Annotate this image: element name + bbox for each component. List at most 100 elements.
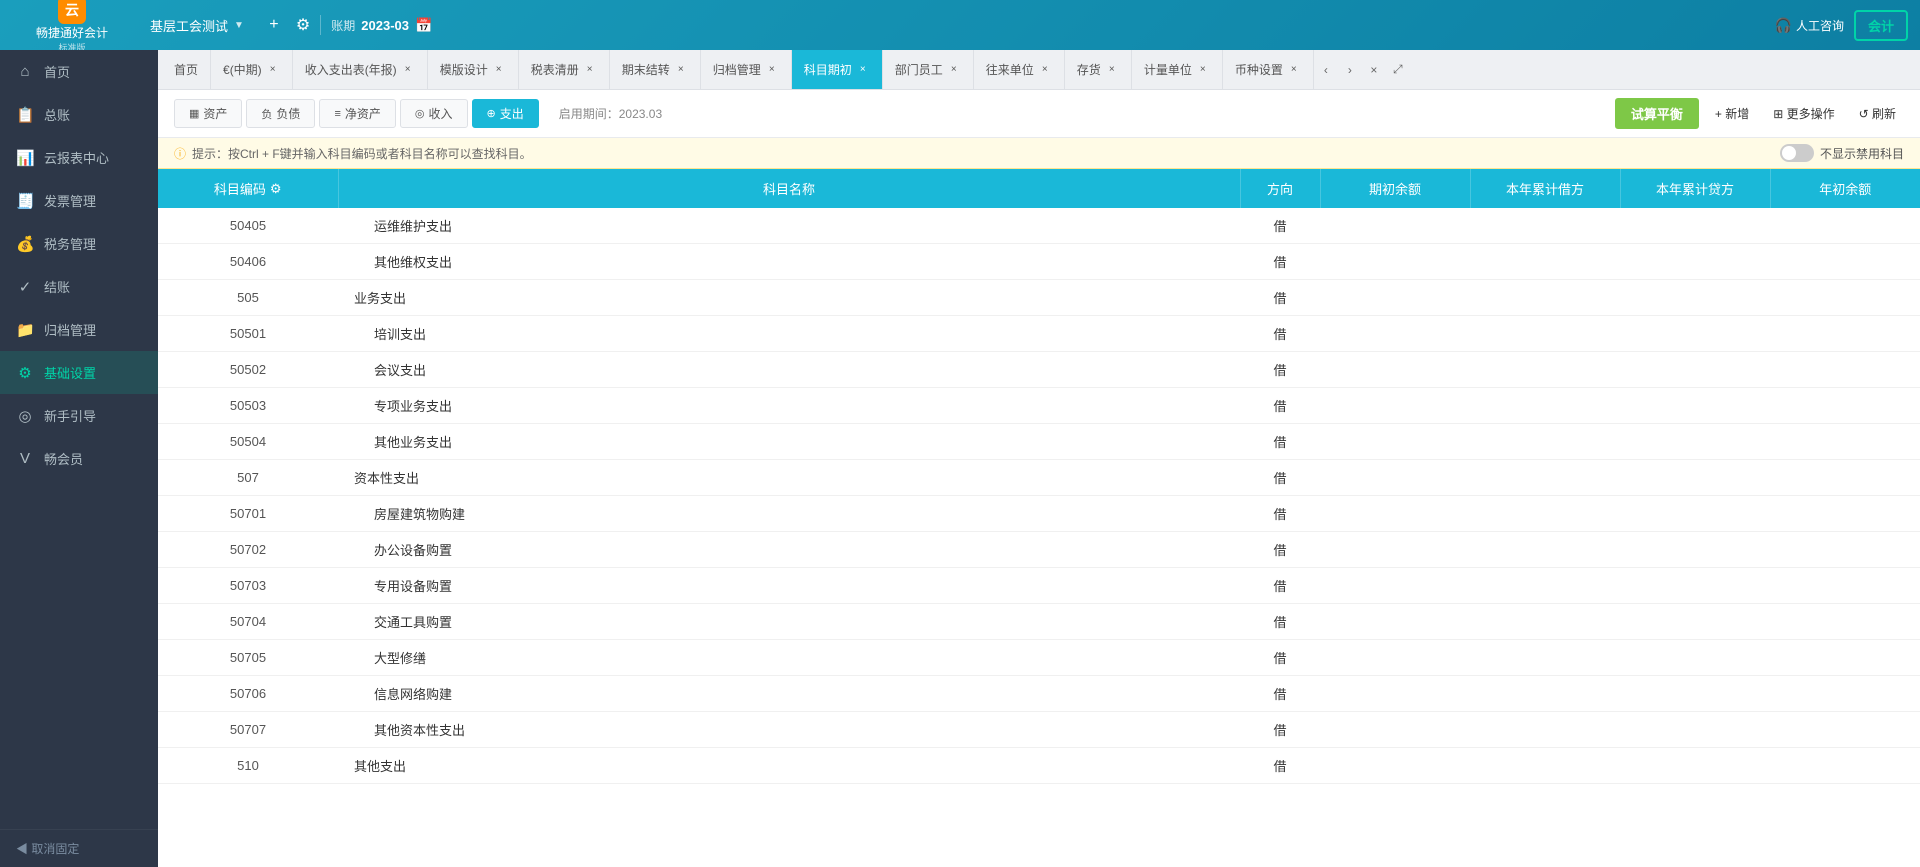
tab-counterparty[interactable]: 往来单位 ×: [974, 50, 1065, 90]
tab-income[interactable]: 收入支出表(年报) ×: [293, 50, 428, 90]
table-row[interactable]: 50706信息网络购建借: [158, 676, 1920, 712]
tab-nav-next[interactable]: ›: [1338, 50, 1362, 90]
settings-icon[interactable]: ⚙: [296, 15, 310, 35]
th-settings-icon[interactable]: ⚙: [270, 181, 282, 197]
tab-close-income[interactable]: ×: [401, 63, 415, 77]
tab-label-mid: €(中期): [223, 61, 262, 78]
sidebar-item-reports[interactable]: 📊 云报表中心: [0, 136, 158, 179]
cell-code: 50701: [158, 496, 338, 532]
table-row[interactable]: 50701房屋建筑物购建借: [158, 496, 1920, 532]
table-row[interactable]: 50405运维维护支出借: [158, 208, 1920, 244]
tab-close-mid[interactable]: ×: [266, 63, 280, 77]
tab-currency[interactable]: 币种设置 ×: [1223, 50, 1314, 90]
sidebar-item-home[interactable]: ⌂ 首页: [0, 50, 158, 93]
cell-name: 资本性支出: [338, 460, 1240, 496]
tab-label-unit: 计量单位: [1144, 61, 1192, 78]
tab-expand[interactable]: ⤢: [1386, 50, 1410, 90]
tab-home[interactable]: 首页: [162, 50, 211, 90]
toggle-switch[interactable]: [1780, 144, 1814, 162]
calendar-icon[interactable]: 📅: [415, 17, 432, 34]
cell-debit: [1470, 604, 1620, 640]
table-row[interactable]: 50702办公设备购置借: [158, 532, 1920, 568]
home-icon: ⌂: [16, 63, 34, 80]
ai-consult-button[interactable]: 🎧 人工咨询: [1775, 17, 1844, 34]
table-row[interactable]: 50501培训支出借: [158, 316, 1920, 352]
calc-balance-button[interactable]: 试算平衡: [1615, 98, 1699, 129]
sidebar-item-guide[interactable]: ◎ 新手引导: [0, 394, 158, 437]
tab-subject-init[interactable]: 科目期初 ×: [792, 50, 883, 90]
subject-tab-liability[interactable]: 负 负债: [246, 99, 315, 128]
subject-tab-income[interactable]: ◎ 收入: [400, 99, 468, 128]
table-row[interactable]: 505业务支出借: [158, 280, 1920, 316]
tab-close-archive[interactable]: ×: [765, 63, 779, 77]
table-row[interactable]: 50705大型修缮借: [158, 640, 1920, 676]
account-button[interactable]: 会计: [1854, 10, 1908, 41]
collapse-label: ◀ 取消固定: [16, 840, 79, 857]
cell-debit: [1470, 352, 1620, 388]
tab-inventory[interactable]: 存货 ×: [1065, 50, 1132, 90]
more-actions-button[interactable]: ⊞ 更多操作: [1765, 101, 1842, 126]
table-row[interactable]: 50503专项业务支出借: [158, 388, 1920, 424]
tab-close-template[interactable]: ×: [492, 63, 506, 77]
sidebar-item-archive[interactable]: 📁 归档管理: [0, 308, 158, 351]
subject-tab-expense[interactable]: ⊕ 支出: [472, 99, 539, 128]
tab-template[interactable]: 模版设计 ×: [428, 50, 519, 90]
table-row[interactable]: 50406其他维权支出借: [158, 244, 1920, 280]
table-area: 科目编码 ⚙ 科目名称 方向 期初余额 本年累计借方 本年累计贷方 年初余额: [158, 169, 1920, 867]
add-company-button[interactable]: +: [262, 13, 286, 37]
tab-close-dept[interactable]: ×: [947, 63, 961, 77]
cell-balance: [1320, 280, 1470, 316]
sidebar: ⌂ 首页 📋 总账 📊 云报表中心 🧾 发票管理 💰 税务管理 ✓ 结账 📁 归…: [0, 50, 158, 867]
tab-close-all[interactable]: ×: [1362, 50, 1386, 90]
dropdown-arrow-icon: ▼: [234, 20, 244, 31]
asset-icon: ▦: [189, 107, 199, 120]
tab-archive[interactable]: 归档管理 ×: [701, 50, 792, 90]
cell-year-balance: [1770, 424, 1920, 460]
cell-direction: 借: [1240, 532, 1320, 568]
tab-dept[interactable]: 部门员工 ×: [883, 50, 974, 90]
subject-tab-asset[interactable]: ▦ 资产: [174, 99, 242, 128]
tab-close-tax[interactable]: ×: [583, 63, 597, 77]
sidebar-item-member[interactable]: V 畅会员: [0, 437, 158, 480]
sidebar-item-tax[interactable]: 💰 税务管理: [0, 222, 158, 265]
cell-year-balance: [1770, 280, 1920, 316]
table-row[interactable]: 50504其他业务支出借: [158, 424, 1920, 460]
tab-tax[interactable]: 税表清册 ×: [519, 50, 610, 90]
tab-close-period-end[interactable]: ×: [674, 63, 688, 77]
company-selector[interactable]: 基层工会测试 ▼: [142, 12, 252, 39]
tax-icon: 💰: [16, 235, 34, 253]
sidebar-collapse-button[interactable]: ◀ 取消固定: [0, 829, 158, 867]
table-row[interactable]: 50707其他资本性支出借: [158, 712, 1920, 748]
tab-close-unit[interactable]: ×: [1196, 63, 1210, 77]
tab-close-subject-init[interactable]: ×: [856, 63, 870, 77]
table-row[interactable]: 50704交通工具购置借: [158, 604, 1920, 640]
tab-label-home: 首页: [174, 61, 198, 78]
add-button[interactable]: + 新增: [1707, 101, 1757, 126]
table-row[interactable]: 50703专用设备购置借: [158, 568, 1920, 604]
subject-tabs: ▦ 资产 负 负债 ≡ 净资产 ◎ 收入 ⊕ 支出: [158, 90, 1920, 138]
refresh-button[interactable]: ↺ 刷新: [1851, 101, 1904, 126]
sidebar-item-invoice[interactable]: 🧾 发票管理: [0, 179, 158, 222]
page-content: ▦ 资产 负 负债 ≡ 净资产 ◎ 收入 ⊕ 支出: [158, 90, 1920, 867]
tab-mid[interactable]: €(中期) ×: [211, 50, 293, 90]
table-row[interactable]: 507资本性支出借: [158, 460, 1920, 496]
expense-icon: ⊕: [487, 107, 496, 120]
th-name: 科目名称: [338, 169, 1240, 208]
tab-close-counterparty[interactable]: ×: [1038, 63, 1052, 77]
sidebar-label-settings: 基础设置: [44, 363, 96, 382]
sidebar-item-settings[interactable]: ⚙ 基础设置: [0, 351, 158, 394]
cell-credit: [1620, 568, 1770, 604]
tab-close-inventory[interactable]: ×: [1105, 63, 1119, 77]
table-row[interactable]: 50502会议支出借: [158, 352, 1920, 388]
subject-tab-net-asset[interactable]: ≡ 净资产: [319, 99, 395, 128]
sidebar-item-ledger[interactable]: 📋 总账: [0, 93, 158, 136]
cell-code: 50501: [158, 316, 338, 352]
tab-period-end[interactable]: 期末结转 ×: [610, 50, 701, 90]
table-row[interactable]: 510其他支出借: [158, 748, 1920, 784]
hint-toggle[interactable]: 不显示禁用科目: [1780, 144, 1904, 162]
tab-unit[interactable]: 计量单位 ×: [1132, 50, 1223, 90]
tab-close-currency[interactable]: ×: [1287, 63, 1301, 77]
cell-name: 信息网络购建: [338, 676, 1240, 712]
sidebar-item-settle[interactable]: ✓ 结账: [0, 265, 158, 308]
tab-nav-prev[interactable]: ‹: [1314, 50, 1338, 90]
